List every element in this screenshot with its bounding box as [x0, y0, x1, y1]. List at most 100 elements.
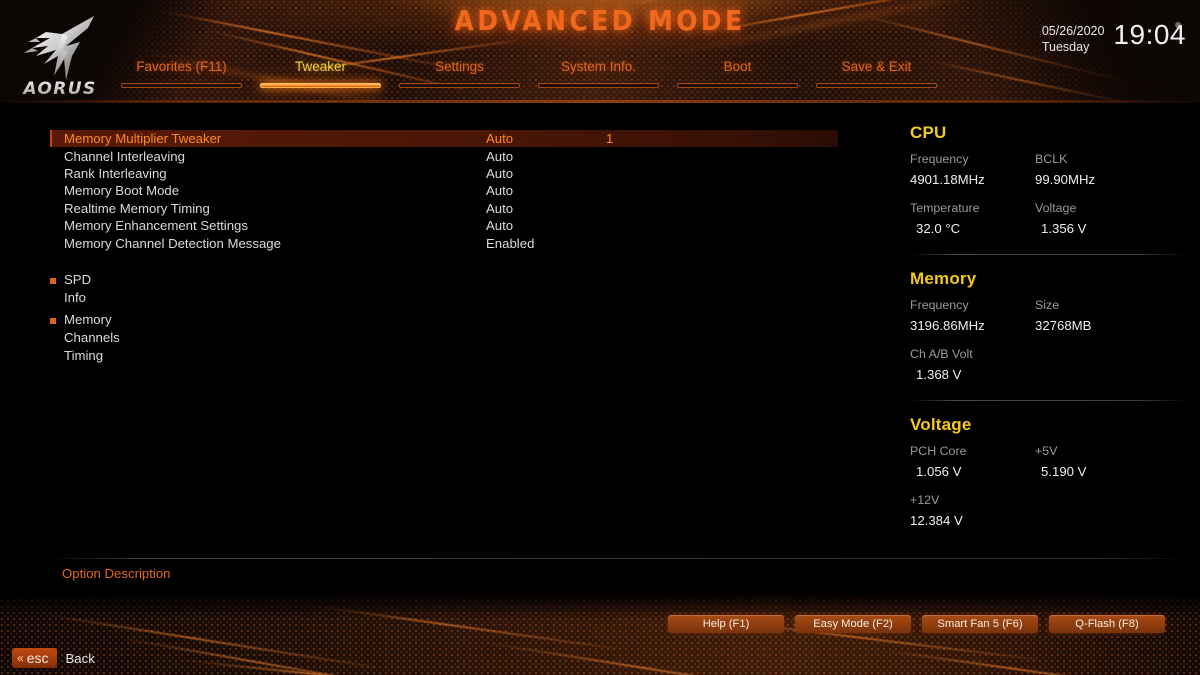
setting-row-realtime-memory-timing[interactable]: Realtime Memory Timing Auto: [50, 200, 850, 217]
submenu-label: SPD Info: [64, 272, 92, 305]
setting-label: Realtime Memory Timing: [64, 200, 210, 216]
footer-button-label: Easy Mode (F2): [813, 618, 893, 630]
option-description-title: Option Description: [62, 566, 171, 581]
nav-tab-label: Tweaker: [294, 59, 347, 74]
info-label: Temperature: [910, 201, 980, 215]
nav-tab-underline: [816, 83, 937, 88]
setting-label: Channel Interleaving: [64, 148, 185, 164]
aorus-wordmark: AORUS: [21, 79, 96, 98]
info-section-voltage: Voltage PCH Core 1.056 V +5V 5.190 V +12…: [910, 415, 1188, 531]
nav-tab-system-info[interactable]: System Info.: [529, 58, 668, 98]
info-label: Ch A/B Volt: [910, 347, 973, 361]
setting-label: Memory Channel Detection Message: [64, 235, 281, 251]
footer-bar: Help (F1) Easy Mode (F2) Smart Fan 5 (F6…: [0, 593, 1200, 675]
footer-button-label: Smart Fan 5 (F6): [937, 618, 1023, 630]
info-value: 3196.86MHz: [910, 318, 985, 333]
bios-advanced-mode-screen: AORUS ADVANCED MODE 05/26/2020 Tuesday 1…: [0, 0, 1200, 675]
datetime-display: 05/26/2020 Tuesday 19:04: [1042, 20, 1186, 55]
footer-button-group: Help (F1) Easy Mode (F2) Smart Fan 5 (F6…: [668, 615, 1165, 633]
nav-tab-label: Favorites (F11): [136, 59, 227, 74]
nav-tab-settings[interactable]: Settings: [390, 58, 529, 98]
nav-tab-underline: [121, 83, 242, 88]
footer-button-label: Q-Flash (F8): [1075, 618, 1139, 630]
info-value: 99.90MHz: [1035, 172, 1096, 187]
setting-value: Auto: [486, 148, 514, 164]
nav-tab-underline: [677, 83, 798, 88]
panel-divider: [910, 254, 1188, 255]
info-value: 1.368 V: [916, 367, 962, 382]
setting-value: Enabled: [486, 235, 535, 251]
setting-label: Memory Enhancement Settings: [64, 218, 248, 234]
system-info-panel: CPU Frequency 4901.18MHz BCLK 99.90MHz T…: [910, 123, 1188, 531]
main-navigation: Favorites (F11) Tweaker Settings System …: [112, 58, 1112, 98]
setting-value: Auto: [486, 218, 514, 234]
q-flash-button[interactable]: Q-Flash (F8): [1049, 615, 1165, 633]
setting-row-memory-multiplier-tweaker[interactable]: Memory Multiplier Tweaker Auto 1: [50, 130, 838, 148]
nav-tab-label: System Info.: [560, 59, 637, 74]
option-description-divider: [44, 558, 1184, 559]
setting-row-memory-channel-detection-message[interactable]: Memory Channel Detection Message Enabled: [50, 234, 850, 251]
gear-icon[interactable]: [1172, 20, 1184, 32]
esc-key-badge[interactable]: « esc: [12, 648, 58, 668]
info-label: Frequency: [910, 152, 969, 166]
info-value: 4901.18MHz: [910, 172, 985, 187]
nav-tab-label: Save & Exit: [841, 59, 912, 74]
panel-divider: [910, 400, 1188, 401]
info-label: PCH Core: [910, 444, 967, 458]
nav-tab-label: Settings: [435, 59, 484, 74]
info-value: 32.0 °C: [916, 221, 961, 236]
nav-tab-underline: [538, 83, 659, 88]
setting-label: Memory Boot Mode: [64, 183, 180, 199]
info-label: +5V: [1035, 444, 1058, 458]
setting-row-channel-interleaving[interactable]: Channel Interleaving Auto: [50, 147, 850, 164]
page-title: ADVANCED MODE: [454, 4, 746, 37]
setting-row-rank-interleaving[interactable]: Rank Interleaving Auto: [50, 165, 850, 182]
nav-tab-save-exit[interactable]: Save & Exit: [807, 58, 946, 98]
esc-back-button[interactable]: « esc Back: [12, 648, 95, 668]
info-section-memory: Memory Frequency 3196.86MHz Size 32768MB…: [910, 269, 1188, 385]
section-heading: CPU: [910, 123, 947, 142]
nav-tab-boot[interactable]: Boot: [668, 58, 807, 98]
setting-value: Auto: [486, 131, 514, 147]
submenu-label: Memory Channels Timing: [64, 312, 120, 363]
esc-key-label: esc: [26, 650, 49, 666]
info-value: 1.356 V: [1041, 221, 1087, 236]
footer-button-label: Help (F1): [702, 618, 750, 630]
info-section-cpu: CPU Frequency 4901.18MHz BCLK 99.90MHz T…: [910, 123, 1188, 239]
info-value: 12.384 V: [910, 513, 963, 528]
info-label: BCLK: [1035, 152, 1068, 166]
nav-tab-underline: [260, 83, 381, 88]
setting-row-memory-enhancement-settings[interactable]: Memory Enhancement Settings Auto: [50, 217, 850, 234]
setting-value: Auto: [486, 165, 514, 181]
double-chevron-left-icon: «: [17, 651, 24, 665]
info-value: 5.190 V: [1041, 464, 1087, 479]
square-bullet-icon: [50, 318, 56, 324]
info-label: Size: [1035, 298, 1060, 312]
setting-value: Auto: [486, 183, 514, 199]
date-text: 05/26/2020: [1041, 24, 1105, 38]
nav-tab-favorites[interactable]: Favorites (F11): [112, 58, 251, 98]
section-heading: Voltage: [910, 415, 972, 434]
info-value: 32768MB: [1035, 318, 1092, 333]
nav-tab-label: Boot: [723, 59, 752, 74]
setting-value: Auto: [486, 200, 514, 216]
easy-mode-button[interactable]: Easy Mode (F2): [795, 615, 911, 633]
nav-tab-underline: [399, 83, 520, 88]
setting-label: Memory Multiplier Tweaker: [64, 131, 222, 147]
back-label: Back: [65, 650, 95, 666]
header-bar: AORUS ADVANCED MODE 05/26/2020 Tuesday 1…: [0, 0, 1200, 103]
help-button[interactable]: Help (F1): [668, 615, 784, 633]
smart-fan-button[interactable]: Smart Fan 5 (F6): [922, 615, 1038, 633]
settings-list: Memory Multiplier Tweaker Auto 1 Channel…: [50, 130, 850, 252]
info-label: Voltage: [1035, 201, 1077, 215]
nav-tab-tweaker[interactable]: Tweaker: [251, 58, 390, 98]
weekday-text: Tuesday: [1041, 40, 1090, 54]
setting-row-memory-boot-mode[interactable]: Memory Boot Mode Auto: [50, 182, 850, 199]
info-value: 1.056 V: [916, 464, 962, 479]
info-label: Frequency: [910, 298, 969, 312]
square-bullet-icon: [50, 278, 56, 284]
main-content: Memory Multiplier Tweaker Auto 1 Channel…: [0, 103, 1200, 593]
setting-label: Rank Interleaving: [64, 165, 167, 181]
info-label: +12V: [910, 493, 940, 507]
section-heading: Memory: [910, 269, 977, 288]
